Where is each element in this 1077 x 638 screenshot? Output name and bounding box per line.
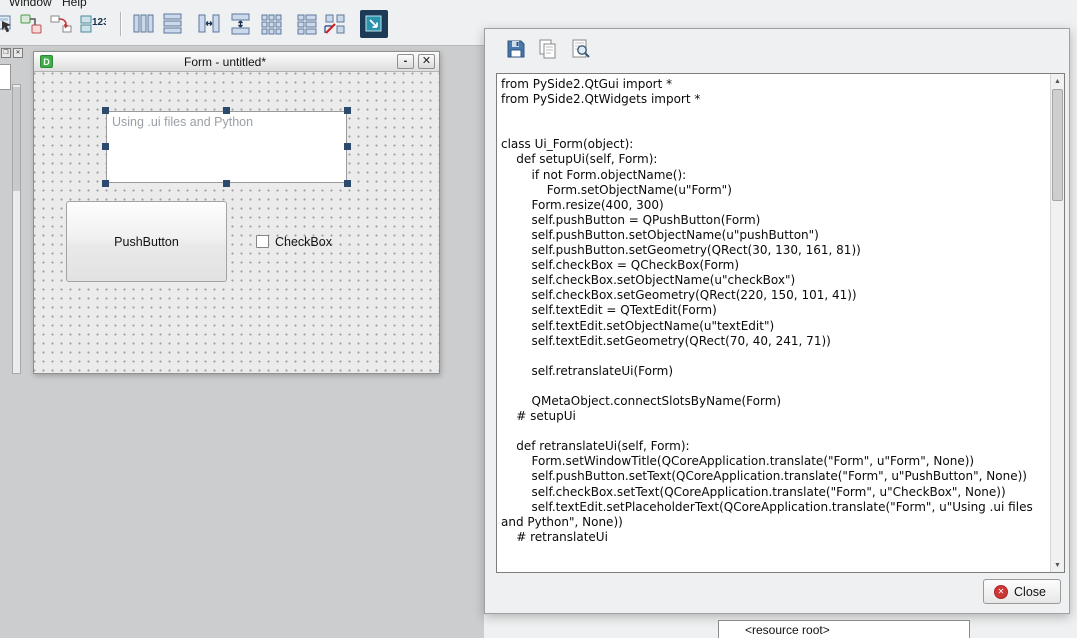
form-window-title: Form - untitled* (53, 55, 397, 69)
edit-tab-order-icon[interactable]: 123 (80, 11, 106, 37)
textedit-placeholder: Using .ui files and Python (112, 115, 253, 129)
selection-handle-top-left[interactable] (102, 107, 109, 114)
checkbox-label: CheckBox (275, 235, 332, 249)
layout-vertical-icon[interactable] (160, 11, 186, 37)
edit-signals-slots-icon[interactable] (18, 11, 44, 37)
dock-float-icon[interactable]: ❐ (1, 48, 11, 58)
selection-handle-top-right[interactable] (344, 107, 351, 114)
close-button-label: Close (1014, 585, 1046, 599)
splitter-vertical-icon[interactable] (228, 11, 254, 37)
widgetbox-scrollbar[interactable] (12, 84, 21, 374)
menu-item-window[interactable]: Window (9, 0, 52, 9)
selection-handle-middle-right[interactable] (344, 143, 351, 150)
widgetbox-filter-fragment[interactable] (0, 64, 11, 90)
resource-root-item[interactable]: <resource root> (745, 623, 830, 637)
edit-widgets-icon[interactable] (0, 11, 17, 37)
selection-handle-bottom-right[interactable] (344, 180, 351, 187)
selection-handle-bottom-left[interactable] (102, 180, 109, 187)
find-icon[interactable] (569, 37, 593, 61)
pushbutton-widget[interactable]: PushButton (66, 201, 227, 282)
main-toolbar: 123 (0, 8, 484, 45)
selection-handle-top-middle[interactable] (223, 107, 230, 114)
toolbar-separator (120, 12, 122, 36)
tab-order-badge: 123 (92, 17, 106, 28)
close-button[interactable]: ✕ (418, 54, 435, 69)
form-designer-window: D Form - untitled* - ✕ Using .ui files a… (33, 51, 440, 374)
layout-form-icon[interactable] (294, 11, 320, 37)
code-view: from PySide2.QtGui import * from PySide2… (496, 73, 1065, 573)
scroll-down-icon[interactable]: ▼ (1051, 558, 1064, 572)
designer-form-icon: D (40, 55, 53, 68)
code-scrollbar[interactable]: ▲ ▼ (1050, 74, 1064, 572)
form-canvas[interactable]: Using .ui files and Python PushButton Ch… (34, 72, 439, 373)
layout-grid-icon[interactable] (258, 11, 284, 37)
minimize-button[interactable]: - (397, 54, 414, 69)
selection-handle-middle-left[interactable] (102, 143, 109, 150)
close-dialog-button[interactable]: ✕ Close (983, 579, 1061, 604)
widgetbox-scrollbar-thumb[interactable] (13, 87, 20, 191)
python-code-dialog: from PySide2.QtGui import * from PySide2… (484, 28, 1070, 614)
textedit-widget[interactable]: Using .ui files and Python (106, 111, 347, 183)
code-text[interactable]: from PySide2.QtGui import * from PySide2… (497, 74, 1050, 572)
selection-handle-bottom-middle[interactable] (223, 180, 230, 187)
scroll-up-icon[interactable]: ▲ (1051, 74, 1064, 88)
checkbox-widget[interactable]: CheckBox (256, 221, 357, 262)
checkbox-box-icon[interactable] (256, 235, 269, 248)
save-icon[interactable] (504, 37, 528, 61)
copy-icon[interactable] (536, 37, 560, 61)
mdi-area: ❐ ✕ D Form - untitled* - ✕ Using .ui fil… (0, 45, 484, 638)
adjust-size-icon[interactable] (360, 10, 388, 38)
break-layout-icon[interactable] (322, 11, 348, 37)
resource-browser-fragment: <resource root> (718, 620, 970, 638)
splitter-horizontal-icon[interactable] (196, 11, 222, 37)
edit-buddies-icon[interactable] (48, 11, 74, 37)
code-scrollbar-thumb[interactable] (1052, 89, 1063, 201)
menu-item-help[interactable]: Help (62, 0, 87, 9)
form-window-titlebar[interactable]: D Form - untitled* - ✕ (34, 52, 439, 72)
layout-horizontal-icon[interactable] (131, 11, 157, 37)
dock-close-icon[interactable]: ✕ (13, 48, 23, 58)
close-circle-icon: ✕ (994, 585, 1008, 599)
pushbutton-label: PushButton (114, 235, 179, 249)
